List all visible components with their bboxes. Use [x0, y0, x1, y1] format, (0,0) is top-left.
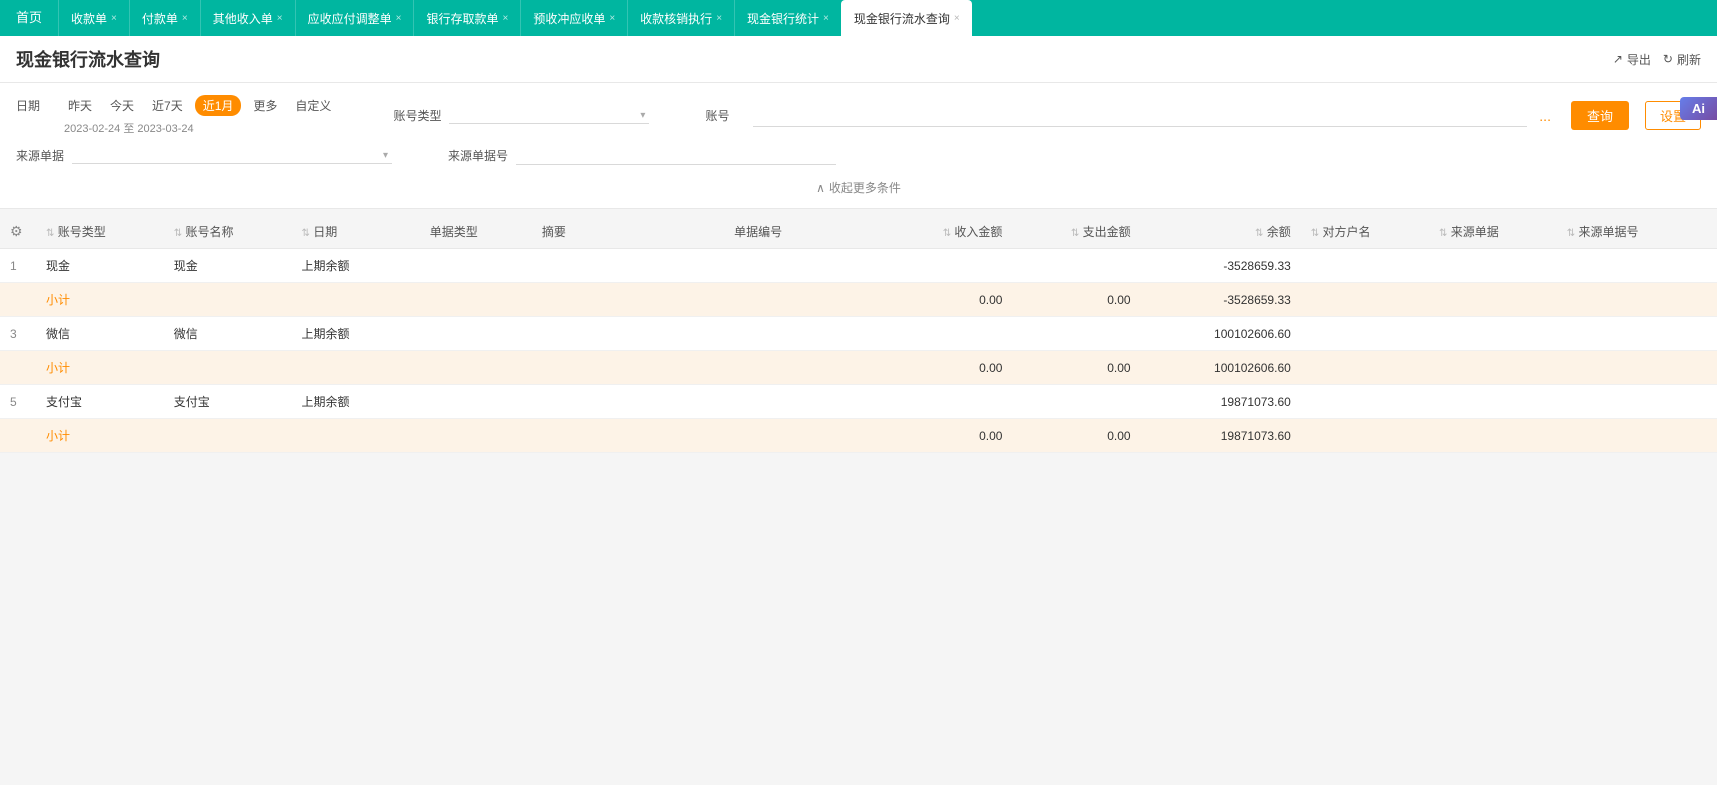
col-summary: 摘要 [532, 215, 724, 249]
source-doc-label: 来源单据 [16, 147, 64, 164]
date-range-display: 2023-02-24 至 2023-03-24 [64, 123, 194, 135]
col-income[interactable]: ⇅ 收入金额 [884, 215, 1012, 249]
source-docnum-input[interactable] [516, 146, 836, 165]
col-doc-num: 单据编号 [724, 215, 884, 249]
col-account-type[interactable]: ⇅ 账号类型 [36, 215, 164, 249]
filter-area: 日期 昨天 今天 近7天 近1月 更多 自定义 2023-02-24 至 202… [0, 83, 1717, 209]
col-date[interactable]: ⇅ 日期 [292, 215, 420, 249]
close-adjustment-tab[interactable]: × [396, 13, 402, 24]
date-filter-label: 日期 [16, 97, 56, 114]
nav-tab-prepay[interactable]: 预收冲应收单 × [520, 0, 627, 36]
collapse-icon: ∧ [816, 181, 825, 195]
date-custom[interactable]: 自定义 [289, 95, 337, 116]
nav-tab-other-income[interactable]: 其他收入单 × [200, 0, 295, 36]
gear-icon[interactable]: ⚙ [10, 223, 23, 239]
nav-tab-cashflow[interactable]: 现金银行流水查询 × [841, 0, 972, 36]
page-header: 现金银行流水查询 ↗ 导出 ↻ 刷新 [0, 36, 1717, 83]
date-today[interactable]: 今天 [104, 95, 140, 116]
source-doc-container: 来源单据 ▾ [16, 147, 392, 164]
date-more[interactable]: 更多 [247, 95, 283, 116]
close-cashflow-tab[interactable]: × [954, 13, 960, 24]
close-receipt-tab[interactable]: × [111, 13, 117, 24]
page-title: 现金银行流水查询 [16, 46, 160, 72]
source-doc-chevron: ▾ [383, 150, 388, 161]
col-counterparty[interactable]: ⇅ 对方户名 [1301, 215, 1429, 249]
table-row: 3微信微信上期余额100102606.60 [0, 317, 1717, 351]
table-row: 小计0.000.00100102606.60 [0, 351, 1717, 385]
col-account-name[interactable]: ⇅ 账号名称 [164, 215, 292, 249]
nav-home[interactable]: 首页 [0, 0, 58, 36]
close-stats-tab[interactable]: × [823, 13, 829, 24]
col-source-doc[interactable]: ⇅ 来源单据 [1429, 215, 1557, 249]
nav-tab-verification[interactable]: 收款核销执行 × [627, 0, 734, 36]
table-row: 1现金现金上期余额-3528659.33 [0, 249, 1717, 283]
account-type-chevron: ▾ [640, 110, 645, 121]
table-header-row: ⚙ ⇅ 账号类型 ⇅ 账号名称 ⇅ 日期 单据类型 摘要 [0, 215, 1717, 249]
close-bank-deposit-tab[interactable]: × [502, 13, 508, 24]
date-options: 昨天 今天 近7天 近1月 更多 自定义 [62, 95, 337, 116]
close-prepay-tab[interactable]: × [609, 13, 615, 24]
top-nav: 首页 收款单 × 付款单 × 其他收入单 × 应收应付调整单 × 银行存取款单 … [0, 0, 1717, 36]
col-balance[interactable]: ⇅ 余额 [1141, 215, 1301, 249]
account-type-label: 账号类型 [393, 107, 441, 124]
date-7days[interactable]: 近7天 [146, 95, 189, 116]
account-type-select[interactable]: ▾ [449, 108, 649, 124]
date-1month[interactable]: 近1月 [195, 95, 242, 116]
source-docnum-label: 来源单据号 [448, 147, 508, 164]
filter-row-2: 来源单据 ▾ 来源单据号 [16, 146, 1701, 165]
nav-tab-payment[interactable]: 付款单 × [129, 0, 200, 36]
col-expense[interactable]: ⇅ 支出金额 [1012, 215, 1140, 249]
nav-tab-bank-deposit[interactable]: 银行存取款单 × [413, 0, 520, 36]
ai-badge[interactable]: Ai [1680, 97, 1717, 120]
refresh-button[interactable]: ↻ 刷新 [1663, 51, 1701, 68]
col-gear[interactable]: ⚙ [0, 215, 36, 249]
table-row: 小计0.000.00-3528659.33 [0, 283, 1717, 317]
data-table: ⚙ ⇅ 账号类型 ⇅ 账号名称 ⇅ 日期 单据类型 摘要 [0, 215, 1717, 453]
col-source-docnum[interactable]: ⇅ 来源单据号 [1557, 215, 1717, 249]
source-doc-select[interactable]: ▾ [72, 148, 392, 164]
close-other-income-tab[interactable]: × [277, 13, 283, 24]
col-doc-type: 单据类型 [420, 215, 532, 249]
date-yesterday[interactable]: 昨天 [62, 95, 98, 116]
close-payment-tab[interactable]: × [182, 13, 188, 24]
table-row: 小计0.000.0019871073.60 [0, 419, 1717, 453]
account-ellipsis[interactable]: ... [1535, 108, 1555, 124]
data-table-wrapper: ⚙ ⇅ 账号类型 ⇅ 账号名称 ⇅ 日期 单据类型 摘要 [0, 215, 1717, 453]
nav-tab-adjustment[interactable]: 应收应付调整单 × [295, 0, 414, 36]
export-button[interactable]: ↗ 导出 [1613, 51, 1651, 68]
account-label: 账号 [705, 107, 745, 124]
table-row: 5支付宝支付宝上期余额19871073.60 [0, 385, 1717, 419]
export-icon: ↗ [1613, 52, 1623, 66]
header-actions: ↗ 导出 ↻ 刷新 [1613, 51, 1701, 68]
collapse-conditions[interactable]: ∧ 收起更多条件 [16, 175, 1701, 200]
close-verification-tab[interactable]: × [716, 13, 722, 24]
nav-tab-stats[interactable]: 现金银行统计 × [734, 0, 841, 36]
source-docnum-container: 来源单据号 [448, 146, 836, 165]
refresh-icon: ↻ [1663, 52, 1673, 66]
filter-row-1: 日期 昨天 今天 近7天 近1月 更多 自定义 2023-02-24 至 202… [16, 95, 1701, 136]
nav-tab-receipt[interactable]: 收款单 × [58, 0, 129, 36]
query-button[interactable]: 查询 [1571, 101, 1629, 130]
